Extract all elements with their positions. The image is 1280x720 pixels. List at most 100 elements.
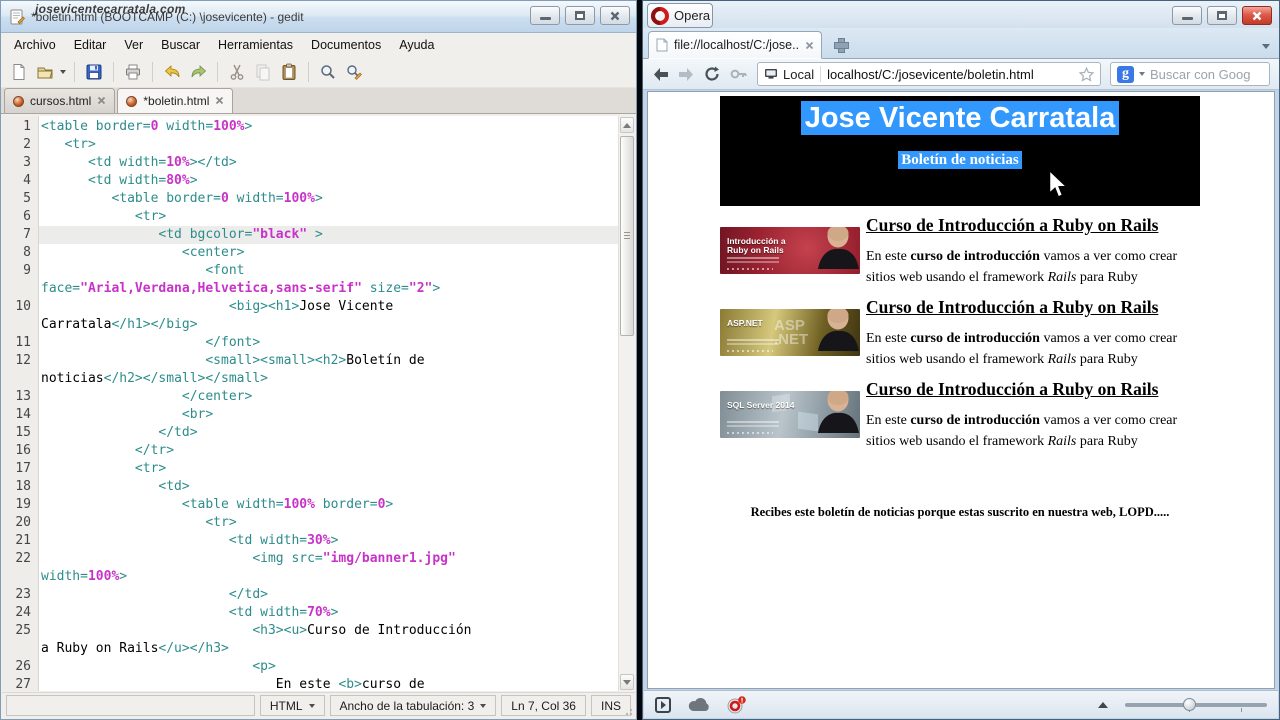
code-row[interactable]: 13 </center> bbox=[2, 388, 618, 406]
back-icon[interactable] bbox=[652, 67, 669, 82]
course-heading-link[interactable]: Curso de Introducción a Ruby on Rails bbox=[866, 296, 1204, 318]
tab-list-chevron-icon[interactable] bbox=[1262, 44, 1270, 49]
code-row[interactable]: 1 <table border=0 width=100%> bbox=[2, 118, 618, 136]
gedit-close-button[interactable] bbox=[600, 6, 630, 25]
forward-icon[interactable] bbox=[678, 67, 695, 82]
code-row[interactable]: 23 </td> bbox=[2, 586, 618, 604]
search-bar[interactable]: g Buscar con Goog bbox=[1110, 62, 1270, 86]
course-heading-link[interactable]: Curso de Introducción a Ruby on Rails bbox=[866, 214, 1204, 236]
code-row[interactable]: width=100%> bbox=[2, 568, 618, 586]
cut-icon[interactable] bbox=[226, 61, 248, 83]
code-row[interactable]: noticias</h2></small></small> bbox=[2, 370, 618, 388]
menu-editar[interactable]: Editar bbox=[65, 34, 116, 56]
tab-close-icon[interactable] bbox=[215, 96, 224, 105]
search-replace-icon[interactable] bbox=[343, 61, 365, 83]
code-row[interactable]: 15 </td> bbox=[2, 424, 618, 442]
search-engine-chevron-icon[interactable] bbox=[1139, 72, 1145, 76]
code-row[interactable]: 26 <p> bbox=[2, 658, 618, 676]
bookmark-star-icon[interactable] bbox=[1079, 66, 1094, 82]
code-row[interactable]: a Ruby on Rails</u></h3> bbox=[2, 640, 618, 658]
opera-menu-button[interactable]: Opera bbox=[647, 3, 713, 28]
scroll-up-icon[interactable] bbox=[620, 117, 634, 133]
resize-grip[interactable] bbox=[623, 706, 633, 716]
code-row[interactable]: 6 <tr> bbox=[2, 208, 618, 226]
connection-badge[interactable]: Local bbox=[764, 67, 814, 82]
redo-icon[interactable] bbox=[187, 61, 209, 83]
save-icon[interactable] bbox=[83, 61, 105, 83]
editor-scrollbar[interactable] bbox=[618, 116, 635, 691]
tab-width-select[interactable]: Ancho de la tabulación: 3 bbox=[329, 695, 497, 716]
code-row[interactable]: 22 <img src="img/banner1.jpg" bbox=[2, 550, 618, 568]
code-row[interactable]: 20 <tr> bbox=[2, 514, 618, 532]
code-row[interactable]: Carratala</h1></big> bbox=[2, 316, 618, 334]
opera-close-button[interactable] bbox=[1242, 6, 1272, 25]
code-row[interactable]: 25 <h3><u>Curso de Introducción bbox=[2, 622, 618, 640]
paste-icon[interactable] bbox=[278, 61, 300, 83]
menu-archivo[interactable]: Archivo bbox=[5, 34, 65, 56]
code-row[interactable]: 17 <tr> bbox=[2, 460, 618, 478]
menu-herramientas[interactable]: Herramientas bbox=[209, 34, 302, 56]
code-row[interactable]: 19 <table width=100% border=0> bbox=[2, 496, 618, 514]
gedit-editor[interactable]: 1 <table border=0 width=100%> 2 <tr> 3 <td … bbox=[2, 116, 635, 694]
browser-tab[interactable]: file://localhost/C:/jose... bbox=[648, 31, 822, 59]
undo-icon[interactable] bbox=[161, 61, 183, 83]
code-row[interactable]: 14 <br> bbox=[2, 406, 618, 424]
menu-ver[interactable]: Ver bbox=[115, 34, 152, 56]
gedit-minimize-button[interactable] bbox=[530, 6, 560, 25]
code-row[interactable]: 16 </tr> bbox=[2, 442, 618, 460]
opera-update-badge-icon[interactable] bbox=[727, 695, 747, 714]
gedit-titlebar[interactable]: *boletin.html (BOOTCAMP (C:) \josevicent… bbox=[1, 1, 636, 33]
scrollbar-thumb[interactable] bbox=[620, 136, 634, 336]
key-icon[interactable] bbox=[730, 68, 748, 80]
reload-icon[interactable] bbox=[704, 66, 721, 82]
menu-documentos[interactable]: Documentos bbox=[302, 34, 390, 56]
code-row-current[interactable]: 7 <td bgcolor="black" > bbox=[2, 226, 618, 244]
search-placeholder[interactable]: Buscar con Goog bbox=[1150, 67, 1250, 82]
zoom-slider[interactable] bbox=[1125, 697, 1267, 713]
code-lines[interactable]: 1 <table border=0 width=100%> 2 <tr> 3 <td … bbox=[2, 118, 618, 694]
address-bar[interactable]: Local localhost/C:/josevicente/boletin.h… bbox=[757, 62, 1101, 86]
line-number: 23 bbox=[15, 587, 31, 602]
code-row[interactable]: 12 <small><small><h2>Boletín de bbox=[2, 352, 618, 370]
code-row[interactable]: 5 <table border=0 width=100%> bbox=[2, 190, 618, 208]
copy-icon[interactable] bbox=[252, 61, 274, 83]
editor-tab[interactable]: *boletin.html bbox=[117, 88, 234, 113]
language-mode-select[interactable]: HTML bbox=[259, 695, 325, 716]
banner-subtitle-selected-text: Boletín de noticias bbox=[898, 151, 1022, 169]
opera-unite-cloud-icon[interactable] bbox=[688, 697, 710, 712]
code-row[interactable]: face="Arial,Verdana,Helvetica,sans-serif… bbox=[2, 280, 618, 298]
search-icon[interactable] bbox=[317, 61, 339, 83]
new-document-icon[interactable] bbox=[8, 61, 30, 83]
code-row[interactable]: 9 <font bbox=[2, 262, 618, 280]
new-tab-button[interactable] bbox=[831, 36, 849, 53]
opera-titlebar[interactable]: Opera bbox=[643, 1, 1279, 28]
sidebar-panel-icon[interactable] bbox=[655, 696, 671, 713]
code-row[interactable]: 3 <td width=10%></td> bbox=[2, 154, 618, 172]
code-row[interactable]: 24 <td width=70%> bbox=[2, 604, 618, 622]
browser-viewport[interactable]: Jose Vicente Carratala Boletín de notici… bbox=[647, 91, 1275, 689]
code-row[interactable]: 18 <td> bbox=[2, 478, 618, 496]
opera-minimize-button[interactable] bbox=[1172, 6, 1202, 25]
code-row[interactable]: 4 <td width=80%> bbox=[2, 172, 618, 190]
google-icon[interactable]: g bbox=[1117, 65, 1134, 83]
url-text[interactable]: localhost/C:/josevicente/boletin.html bbox=[827, 67, 1073, 82]
code-row[interactable]: 10 <big><h1>Jose Vicente bbox=[2, 298, 618, 316]
code-row[interactable]: 11 </font> bbox=[2, 334, 618, 352]
editor-tab[interactable]: cursos.html bbox=[4, 88, 116, 113]
menu-ayuda[interactable]: Ayuda bbox=[390, 34, 443, 56]
open-file-icon[interactable] bbox=[34, 61, 56, 83]
code-row[interactable]: 8 <center> bbox=[2, 244, 618, 262]
gedit-maximize-button[interactable] bbox=[565, 6, 595, 25]
open-dropdown-icon[interactable] bbox=[60, 70, 66, 74]
zoom-popup-icon[interactable] bbox=[1098, 701, 1108, 708]
code-row[interactable]: 21 <td width=30%> bbox=[2, 532, 618, 550]
opera-maximize-button[interactable] bbox=[1207, 6, 1237, 25]
code-row[interactable]: 2 <tr> bbox=[2, 136, 618, 154]
zoom-slider-handle[interactable] bbox=[1183, 697, 1196, 711]
scroll-down-icon[interactable] bbox=[620, 674, 634, 690]
tab-close-icon[interactable] bbox=[805, 41, 814, 50]
menu-buscar[interactable]: Buscar bbox=[152, 34, 209, 56]
tab-close-icon[interactable] bbox=[97, 96, 106, 105]
course-heading-link[interactable]: Curso de Introducción a Ruby on Rails bbox=[866, 378, 1204, 400]
print-icon[interactable] bbox=[122, 61, 144, 83]
